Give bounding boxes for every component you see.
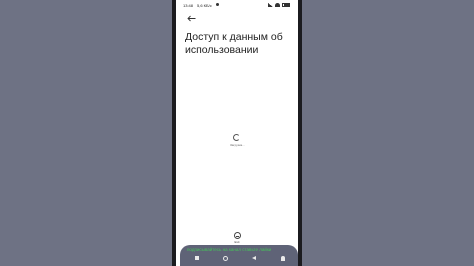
battery-icon — [282, 2, 290, 7]
recents-button[interactable] — [192, 253, 202, 263]
phone-screen: 13:48 5,6 КБ/с Доступ к данным об исполь… — [176, 0, 298, 266]
status-bar: 13:48 5,6 КБ/с — [176, 0, 298, 10]
page-title: Доступ к данным об использовании — [185, 31, 283, 56]
phone-bezel-right — [298, 0, 302, 266]
exit-label: Exit — [234, 240, 240, 244]
home-icon — [223, 255, 229, 261]
exit-icon — [233, 232, 241, 239]
spinner-icon — [233, 134, 240, 141]
navigation-bar — [192, 253, 288, 263]
exit-button[interactable]: Exit — [231, 232, 243, 244]
status-network-speed: 5,6 КБ/с — [197, 3, 212, 8]
notification-icon — [216, 3, 219, 6]
nav-back-button[interactable] — [249, 253, 259, 263]
background-left — [0, 0, 172, 266]
home-button[interactable] — [221, 253, 231, 263]
status-icons — [268, 2, 290, 7]
overlay-caption-text: подписывайтесь на канал ставьте лайки — [187, 247, 272, 252]
wifi-icon — [275, 2, 280, 7]
recents-icon — [195, 256, 199, 260]
loading-indicator: Загрузка... — [230, 134, 245, 154]
back-triangle-icon — [252, 256, 257, 260]
loading-label: Загрузка... — [230, 143, 245, 147]
assistant-icon — [280, 255, 285, 261]
arrow-left-icon — [186, 15, 195, 21]
back-button[interactable] — [185, 12, 197, 24]
background-right — [302, 0, 474, 266]
signal-icon — [268, 2, 273, 7]
status-time: 13:48 — [183, 3, 194, 8]
assistant-button[interactable] — [278, 253, 288, 263]
